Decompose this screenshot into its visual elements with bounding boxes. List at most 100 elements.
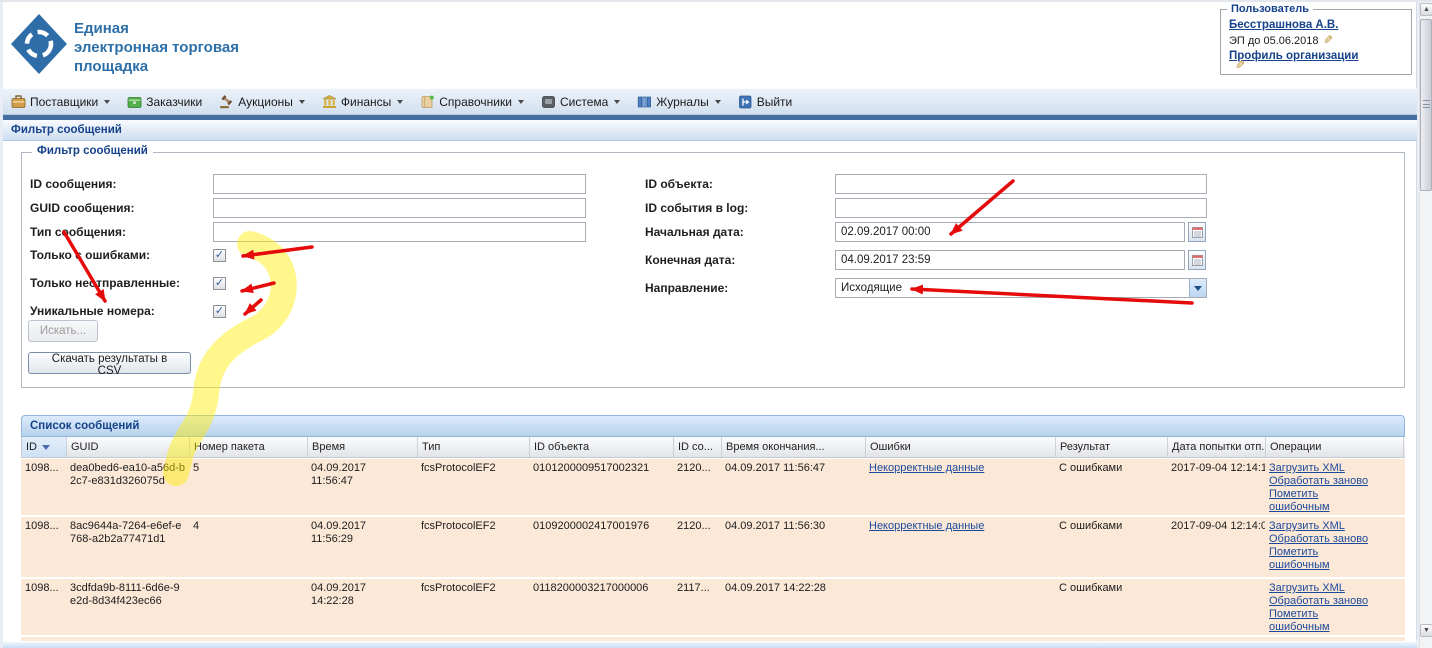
filter-legend: Фильтр сообщений — [32, 145, 153, 157]
filter-text-input[interactable] — [213, 222, 586, 242]
errors-link[interactable]: Некорректные данные — [869, 462, 984, 474]
cell-id: 1098... — [25, 462, 59, 474]
operation-link[interactable]: Загрузить XML — [1269, 520, 1379, 533]
date-input[interactable] — [835, 222, 1185, 242]
column-header-errors[interactable]: Ошибки — [866, 437, 1056, 457]
cell-object_id: 0109200002417001976 — [533, 520, 650, 532]
operation-link[interactable]: Загрузить XML — [1269, 582, 1379, 595]
cell-operations: Загрузить XML Обработать заново Пометить о… — [1265, 459, 1403, 515]
grid-panel-header: Список сообщений — [21, 415, 1405, 437]
direction-select[interactable]: Исходящие — [835, 278, 1207, 298]
cell-id: 1098... — [25, 520, 59, 532]
cert-expiry-text: ЭП до 05.06.2018 — [1229, 35, 1319, 47]
scrollbar-thumb[interactable] — [1420, 19, 1432, 191]
column-header-type[interactable]: Тип — [418, 437, 530, 457]
filter-text-input[interactable] — [213, 174, 586, 194]
column-header-operations[interactable]: Операции — [1266, 437, 1404, 457]
column-header-time[interactable]: Время — [308, 437, 418, 457]
column-header-packet[interactable]: Номер пакета — [190, 437, 308, 457]
column-header-result[interactable]: Результат — [1056, 437, 1168, 457]
filter-label: GUID сообщения: — [30, 201, 135, 215]
chevron-down-icon — [104, 99, 111, 104]
checkbox-label: Только с ошибками: — [30, 248, 151, 262]
sort-desc-icon — [42, 445, 50, 450]
app-window: Единая электронная торговая площадка Пол… — [0, 0, 1432, 648]
menu-item-label: Аукционы — [238, 94, 293, 109]
calendar-icon[interactable] — [1188, 250, 1206, 270]
bank-icon — [322, 94, 337, 109]
filter-text-input[interactable] — [835, 174, 1207, 194]
date-input[interactable] — [835, 250, 1185, 270]
chevron-down-icon[interactable] — [1189, 279, 1206, 297]
cell-packet — [189, 579, 307, 635]
filter-label: ID сообщения: — [30, 177, 117, 191]
operation-link[interactable]: Обработать заново — [1269, 533, 1379, 546]
menu-item-4[interactable]: Финансы — [322, 94, 404, 109]
calendar-icon[interactable] — [1188, 222, 1206, 242]
menu-item-5[interactable]: Справочники — [420, 95, 524, 109]
org-profile-link[interactable]: Профиль организации — [1229, 49, 1358, 64]
errors-link[interactable]: Некорректные данные — [869, 520, 984, 532]
chevron-down-icon — [397, 99, 404, 104]
cell-time: 04.09.2017 11:56:47 — [311, 462, 367, 487]
column-header-id[interactable]: ID — [22, 437, 67, 457]
cell-event_id: 2117... — [677, 582, 710, 594]
table-row[interactable]: 1098... 8ac9644a-7264-e6ef-e768-a2b2a7747… — [21, 517, 1405, 577]
filter-checkbox[interactable]: ✓ — [213, 249, 226, 262]
operation-link[interactable]: Обработать заново — [1269, 595, 1379, 608]
pen-icon[interactable]: ✎ — [1323, 33, 1333, 48]
pen-icon[interactable]: ✎ — [1235, 58, 1245, 72]
column-header-guid[interactable]: GUID — [67, 437, 190, 457]
menu-item-2[interactable]: Заказчики — [127, 95, 202, 109]
column-header-attempt_date[interactable]: Дата попытки отп... — [1168, 437, 1266, 457]
table-row[interactable]: 1098... dea0bed6-ea10-a56d-b2c7-e831d3260… — [21, 459, 1405, 515]
menu-item-7[interactable]: Журналы — [637, 95, 721, 109]
download-csv-button[interactable]: Скачать результаты в CSV — [28, 352, 191, 377]
menu-item-1[interactable]: Поставщики — [11, 95, 111, 109]
column-header-object_id[interactable]: ID объекта — [530, 437, 674, 457]
system-icon — [541, 95, 556, 109]
eetp-logo-icon — [10, 13, 68, 75]
cell-packet: 4 — [193, 520, 200, 532]
brand-line: Единая — [74, 20, 129, 37]
table-row[interactable]: 1098... 3cdfda9b-8111-6d6e-9e2d-8d34f423e… — [21, 579, 1405, 635]
cell-attempt_date — [1167, 579, 1265, 635]
cell-type: fcsProtocolEF2 — [421, 520, 496, 532]
gavel-icon — [219, 94, 234, 109]
column-header-event_id[interactable]: ID со... — [674, 437, 722, 457]
filter-checkbox[interactable]: ✓ — [213, 277, 226, 290]
cell-type: fcsProtocolEF2 — [421, 582, 496, 594]
operation-link[interactable]: Загрузить XML — [1269, 462, 1379, 475]
menu-item-label: Система — [559, 94, 609, 109]
checkbox-label: Только неотправленные: — [30, 276, 180, 290]
search-button[interactable]: Искать... — [28, 320, 98, 342]
cell-result: С ошибками — [1059, 462, 1123, 474]
operation-link[interactable]: Обработать заново — [1269, 475, 1379, 488]
scroll-up-icon[interactable]: ▲ — [1420, 3, 1432, 16]
user-name-link[interactable]: Бесстрашнова А.В. — [1229, 18, 1338, 33]
briefcase-green-icon — [127, 95, 142, 109]
menu-item-label: Заказчики — [146, 94, 203, 109]
cell-guid: 3cdfda9b-8111-6d6e-9e2d-8d34f423ec66 — [70, 582, 180, 607]
scroll-down-icon[interactable]: ▼ — [1420, 624, 1432, 637]
operation-link[interactable]: Пометить ошибочным — [1269, 608, 1379, 634]
cell-guid: dea0bed6-ea10-a56d-b2c7-e831d326075d — [70, 462, 185, 487]
page-scrollbar[interactable]: ▲ ▼ — [1419, 2, 1432, 648]
grid-footer-strip — [3, 641, 1417, 648]
cell-end_time: 04.09.2017 11:56:30 — [725, 520, 826, 532]
menu-item-6[interactable]: Система — [541, 94, 621, 109]
column-header-end_time[interactable]: Время окончания... — [722, 437, 866, 457]
filter-label: Направление: — [645, 281, 729, 295]
menu-item-8[interactable]: Выйти — [738, 95, 792, 109]
user-panel: Пользователь Бесстрашнова А.В. ЭП до 05.… — [1220, 3, 1412, 75]
filter-checkbox[interactable]: ✓ — [213, 305, 226, 318]
filter-text-input[interactable] — [213, 198, 586, 218]
menu-item-3[interactable]: Аукционы — [219, 95, 305, 109]
book-icon — [420, 95, 435, 109]
page-title: Фильтр сообщений — [11, 124, 122, 136]
filter-text-input[interactable] — [835, 198, 1207, 218]
operation-link[interactable]: Пометить ошибочным — [1269, 488, 1379, 514]
cell-object_id: 0118200003217000006 — [533, 582, 649, 594]
operation-link[interactable]: Пометить ошибочным — [1269, 546, 1379, 572]
grid-column-headers: ID GUID Номер пакета Время Тип ID объекта ID с… — [21, 437, 1405, 458]
